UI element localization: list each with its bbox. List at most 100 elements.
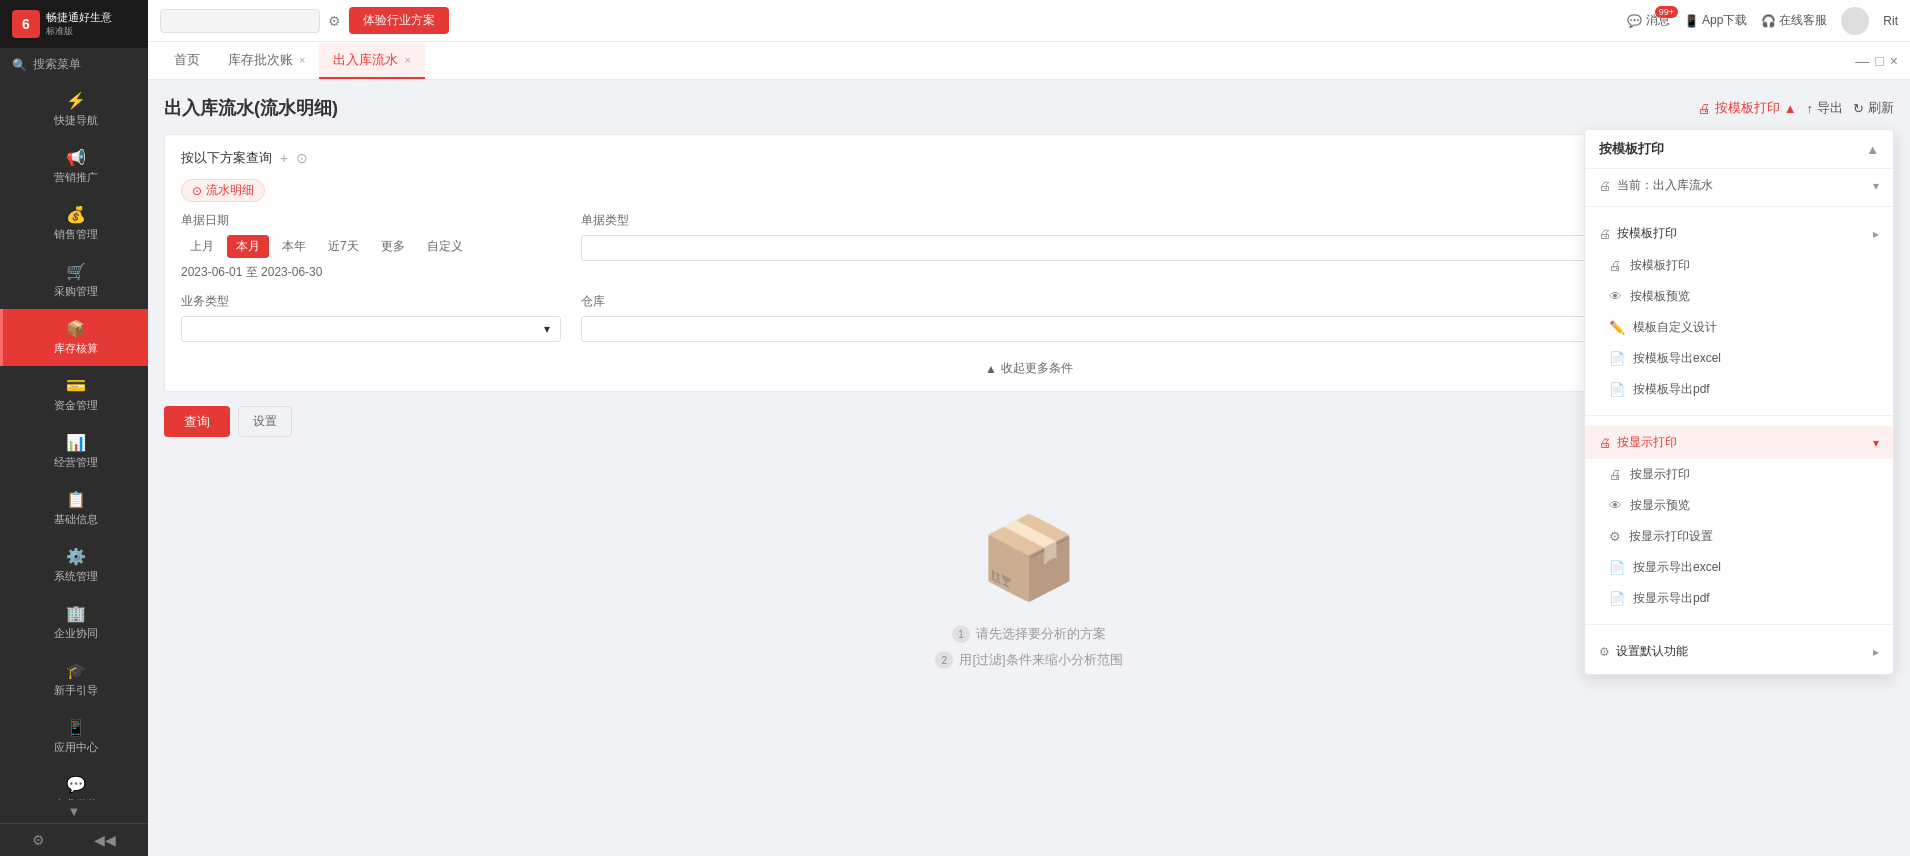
sidebar-item-inventory[interactable]: 📦 库存核算 <box>0 309 148 366</box>
industry-button[interactable]: 体验行业方案 <box>349 7 449 34</box>
window-close-btn[interactable]: × <box>1890 53 1898 69</box>
marketing-icon: 📢 <box>66 148 86 167</box>
content-area: 出入库流水(流水明细) 🖨 按模板打印 ▲ ↑ 导出 ↻ 刷新 <box>148 80 1910 856</box>
sidebar-item-app-center[interactable]: 📱 应用中心 <box>0 708 148 765</box>
filter-settings-button[interactable]: ⊙ <box>296 150 308 166</box>
template-preview-item[interactable]: 👁 按模板预览 <box>1585 281 1893 312</box>
default-settings-header[interactable]: ⚙ 设置默认功能 ▸ <box>1585 635 1893 668</box>
sidebar-item-quick-nav[interactable]: ⚡ 快捷导航 <box>0 81 148 138</box>
template-print-header[interactable]: 🖨 按模板打印 ▸ <box>1585 217 1893 250</box>
filter-date-label: 单据日期 <box>181 212 561 229</box>
sidebar-item-label: 应用中心 <box>54 740 98 755</box>
divider-2 <box>1585 415 1893 416</box>
pill-7-days[interactable]: 近7天 <box>319 235 368 258</box>
display-print-item[interactable]: 🖨 按显示打印 <box>1585 459 1893 490</box>
tab-batch-account-close[interactable]: × <box>299 54 305 66</box>
display-preview-item[interactable]: 👁 按显示预览 <box>1585 490 1893 521</box>
pill-this-year[interactable]: 本年 <box>273 235 315 258</box>
display-print-title: 🖨 按显示打印 <box>1599 434 1677 451</box>
sidebar-settings-btn[interactable]: ⚙ <box>32 832 45 848</box>
current-template-arrow[interactable]: ▾ <box>1873 179 1879 193</box>
sidebar-scroll-down[interactable]: ▼ <box>0 800 148 823</box>
pill-custom[interactable]: 自定义 <box>418 235 472 258</box>
message-button[interactable]: 💬 消息 99+ <box>1627 12 1670 29</box>
pill-this-month[interactable]: 本月 <box>227 235 269 258</box>
sidebar-item-label: 基础信息 <box>54 512 98 527</box>
sidebar-item-label: 系统管理 <box>54 569 98 584</box>
template-preview-icon: 👁 <box>1609 289 1622 304</box>
refresh-button[interactable]: ↻ 刷新 <box>1853 99 1894 117</box>
sidebar-item-label: 营销推广 <box>54 170 98 185</box>
window-minimize-btn[interactable]: — <box>1855 53 1869 69</box>
print-template-label: 按模板打印 <box>1715 99 1780 117</box>
default-settings-title: ⚙ 设置默认功能 <box>1599 643 1688 660</box>
pill-last-month[interactable]: 上月 <box>181 235 223 258</box>
display-excel-item[interactable]: 📄 按显示导出excel <box>1585 552 1893 583</box>
message-badge: 99+ <box>1655 6 1678 18</box>
step-num-1: 1 <box>952 625 970 643</box>
sidebar-item-purchase[interactable]: 🛒 采购管理 <box>0 252 148 309</box>
template-print-item[interactable]: 🖨 按模板打印 <box>1585 250 1893 281</box>
page-actions: 🖨 按模板打印 ▲ ↑ 导出 ↻ 刷新 按模板打印 ▲ <box>1698 99 1894 117</box>
app-download-button[interactable]: 📱 App下载 <box>1684 12 1747 29</box>
template-design-item[interactable]: ✏️ 模板自定义设计 <box>1585 312 1893 343</box>
top-bar-gear-icon[interactable]: ⚙ <box>328 13 341 29</box>
search-icon: 🔍 <box>12 58 27 72</box>
logo-name: 畅捷通好生意 <box>46 10 112 24</box>
sidebar-item-label: 采购管理 <box>54 284 98 299</box>
tab-home[interactable]: 首页 <box>160 43 214 79</box>
pill-more[interactable]: 更多 <box>372 235 414 258</box>
app-label: App下载 <box>1702 12 1747 29</box>
top-bar-search-input[interactable] <box>160 9 320 33</box>
empty-illustration: 📦 <box>979 511 1079 605</box>
export-icon: ↑ <box>1807 101 1814 116</box>
service-label: 在线客服 <box>1779 12 1827 29</box>
filter-tag-label: 流水明细 <box>206 182 254 199</box>
sidebar-item-marketing[interactable]: 📢 营销推广 <box>0 138 148 195</box>
sidebar-item-wechat[interactable]: 💬 企业微信 <box>0 765 148 800</box>
query-button[interactable]: 查询 <box>164 406 230 437</box>
template-pdf-item[interactable]: 📄 按模板导出pdf <box>1585 374 1893 405</box>
dropdown-arrow-icon[interactable]: ▲ <box>1866 142 1879 157</box>
sidebar-item-system[interactable]: ⚙️ 系统管理 <box>0 537 148 594</box>
service-button[interactable]: 🎧 在线客服 <box>1761 12 1827 29</box>
top-bar-left: ⚙ 体验行业方案 <box>160 7 1617 34</box>
display-print-header[interactable]: 🖨 按显示打印 ▾ <box>1585 426 1893 459</box>
print-dropdown-panel: 按模板打印 ▲ 🖨 当前：出入库流水 ▾ <box>1584 129 1894 675</box>
sidebar-item-basic[interactable]: 📋 基础信息 <box>0 480 148 537</box>
window-maximize-btn[interactable]: □ <box>1875 53 1883 69</box>
export-label: 导出 <box>1817 99 1843 117</box>
sidebar-search[interactable]: 🔍 搜索菜单 <box>0 48 148 81</box>
template-print-item-icon: 🖨 <box>1609 258 1622 273</box>
print-template-button[interactable]: 🖨 按模板打印 ▲ <box>1698 99 1797 117</box>
tab-flow[interactable]: 出入库流水 × <box>319 43 424 79</box>
tab-flow-label: 出入库流水 <box>333 51 398 69</box>
user-name[interactable]: Rit <box>1883 14 1898 28</box>
sidebar-item-guide[interactable]: 🎓 新手引导 <box>0 651 148 708</box>
display-settings-item[interactable]: ⚙ 按显示打印设置 <box>1585 521 1893 552</box>
display-print-item-icon: 🖨 <box>1609 467 1622 482</box>
default-section-arrow: ▸ <box>1873 645 1879 659</box>
sidebar-item-sales[interactable]: 💰 销售管理 <box>0 195 148 252</box>
corp-icon: 🏢 <box>66 604 86 623</box>
default-settings-icon: ⚙ <box>1599 645 1610 659</box>
app-center-icon: 📱 <box>66 718 86 737</box>
template-pdf-icon: 📄 <box>1609 382 1625 397</box>
export-button[interactable]: ↑ 导出 <box>1807 99 1844 117</box>
sidebar-collapse-btn[interactable]: ◀◀ <box>94 832 116 848</box>
settings-button[interactable]: 设置 <box>238 406 292 437</box>
filter-business-type-dropdown[interactable]: ▾ <box>181 316 561 342</box>
template-excel-item[interactable]: 📄 按模板导出excel <box>1585 343 1893 374</box>
tab-batch-account[interactable]: 库存批次账 × <box>214 43 319 79</box>
filter-tag: ⊙ 流水明细 <box>181 179 265 202</box>
tab-flow-close[interactable]: × <box>404 54 410 66</box>
sidebar-item-label: 资金管理 <box>54 398 98 413</box>
display-pdf-item[interactable]: 📄 按显示导出pdf <box>1585 583 1893 614</box>
quick-nav-icon: ⚡ <box>66 91 86 110</box>
filter-date-pills-row: 上月 本月 本年 近7天 更多 自定义 <box>181 235 561 258</box>
tabs-bar: 首页 库存批次账 × 出入库流水 × — □ × <box>148 42 1910 80</box>
filter-add-button[interactable]: + <box>280 150 288 166</box>
sidebar-item-operations[interactable]: 📊 经营管理 <box>0 423 148 480</box>
sidebar-item-corp[interactable]: 🏢 企业协同 <box>0 594 148 651</box>
sidebar-item-finance[interactable]: 💳 资金管理 <box>0 366 148 423</box>
